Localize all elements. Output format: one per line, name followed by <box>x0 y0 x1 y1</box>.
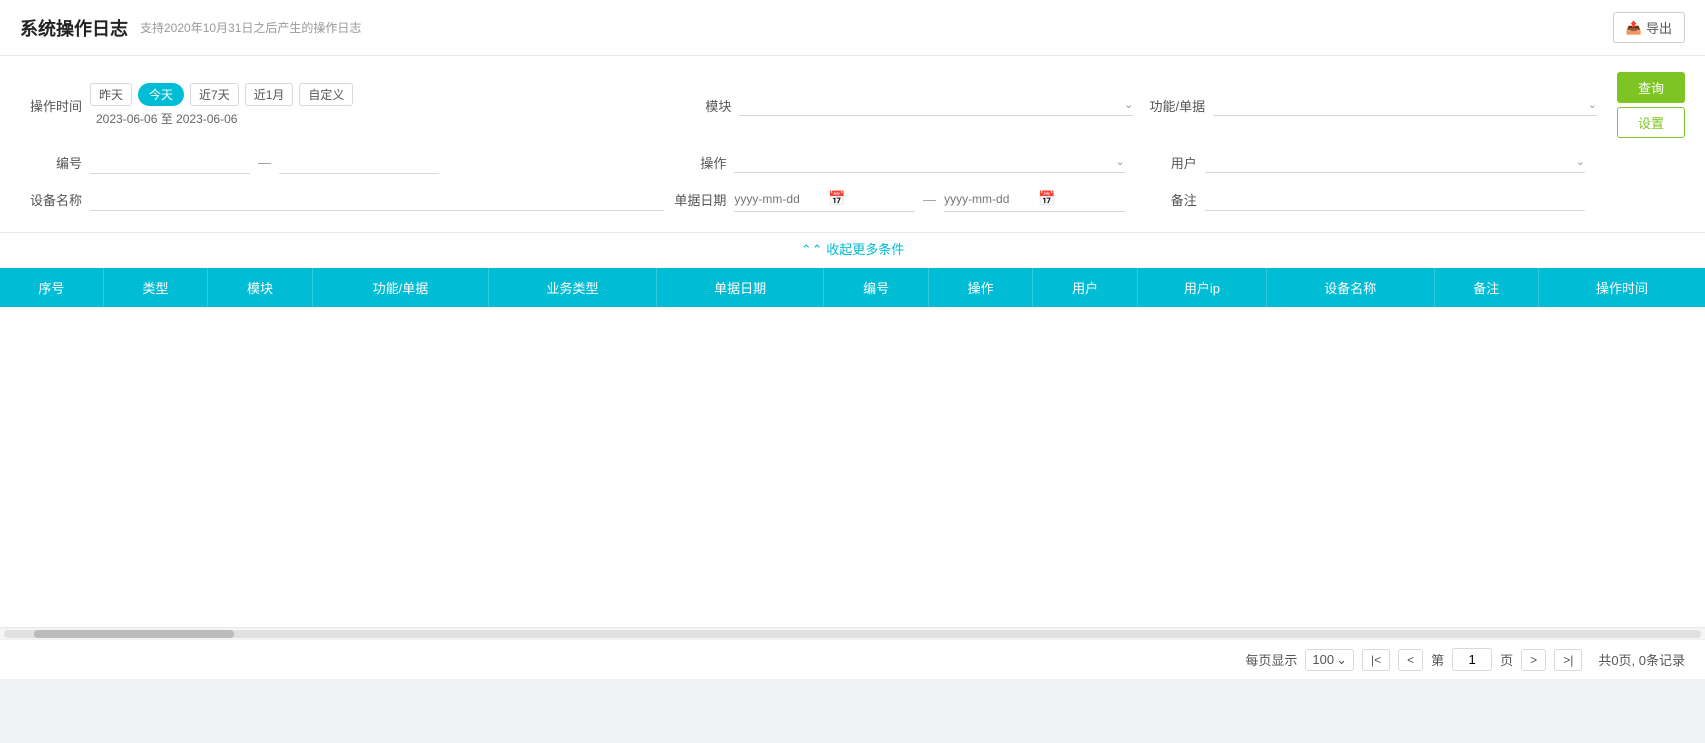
number-input-start[interactable] <box>90 150 250 174</box>
col-voucher-date: 单据日期 <box>656 268 824 307</box>
module-label: 模块 <box>669 96 739 115</box>
date-input-end[interactable] <box>944 192 1034 206</box>
user-chevron-icon: ⌄ <box>1576 155 1585 168</box>
number-input-end[interactable] <box>279 150 439 174</box>
time-btn-1month[interactable]: 近1月 <box>245 83 294 106</box>
scrollbar-thumb[interactable] <box>34 630 234 638</box>
page-title: 系统操作日志 <box>20 15 128 41</box>
user-filter-col: 用户 ⌄ <box>1125 151 1585 173</box>
col-operation: 操作 <box>928 268 1032 307</box>
page-subtitle: 支持2020年10月31日之后产生的操作日志 <box>140 19 361 36</box>
table-header-row: 序号 类型 模块 功能/单据 业务类型 单据日期 编号 操作 用户 用户ip 设… <box>0 268 1705 307</box>
date-input-start-wrap: 📅 <box>734 186 915 212</box>
col-remark: 备注 <box>1434 268 1538 307</box>
number-dash: — <box>250 155 279 170</box>
operation-filter-col: 操作 ⌄ <box>664 151 1124 173</box>
module-chevron-icon: ⌄ <box>1124 98 1133 111</box>
time-label: 操作时间 <box>20 96 90 115</box>
page-label: 第 <box>1431 650 1444 669</box>
scrollbar-track <box>4 630 1701 638</box>
remark-label: 备注 <box>1125 190 1205 209</box>
per-page-chevron-icon: ⌄ <box>1336 652 1347 668</box>
settings-button[interactable]: 设置 <box>1617 107 1685 138</box>
col-type: 类型 <box>103 268 207 307</box>
page-suffix: 页 <box>1500 650 1513 669</box>
time-options: 昨天 今天 近7天 近1月 自定义 <box>90 83 353 106</box>
device-filter-col: 设备名称 <box>20 187 664 211</box>
date-input-start[interactable] <box>734 192 824 206</box>
number-label: 编号 <box>20 153 90 172</box>
user-select[interactable]: ⌄ <box>1205 151 1585 173</box>
filter-row-2: 编号 — 操作 ⌄ 用户 ⌄ <box>20 150 1685 174</box>
time-btn-custom[interactable]: 自定义 <box>299 83 353 106</box>
col-function: 功能/单据 <box>312 268 488 307</box>
voucher-date-col: 单据日期 📅 — 📅 <box>664 186 1124 212</box>
filter-row-1: 操作时间 昨天 今天 近7天 近1月 自定义 2023-06-06 至 2023… <box>20 72 1685 138</box>
time-filter-col: 操作时间 昨天 今天 近7天 近1月 自定义 2023-06-06 至 2023… <box>20 83 669 127</box>
pagination-bar: 每页显示 100 ⌄ |< < 第 页 > >| 共0页, 0条记录 <box>0 639 1705 679</box>
function-label: 功能/单据 <box>1133 96 1213 115</box>
operation-chevron-icon: ⌄ <box>1115 155 1124 168</box>
table-wrap: 序号 类型 模块 功能/单据 业务类型 单据日期 编号 操作 用户 用户ip 设… <box>0 268 1705 627</box>
prev-page-button[interactable]: < <box>1398 649 1423 671</box>
export-icon: 📤 <box>1626 20 1642 36</box>
per-page-value: 100 <box>1312 652 1334 667</box>
scrollbar-area[interactable] <box>0 627 1705 639</box>
function-filter-col: 功能/单据 ⌄ <box>1133 94 1597 116</box>
time-btn-7days[interactable]: 近7天 <box>190 83 239 106</box>
export-button[interactable]: 📤 导出 <box>1613 12 1685 43</box>
time-btn-yesterday[interactable]: 昨天 <box>90 83 132 106</box>
col-number: 编号 <box>824 268 928 307</box>
module-select[interactable]: ⌄ <box>739 94 1133 116</box>
title-area: 系统操作日志 支持2020年10月31日之后产生的操作日志 <box>20 15 361 41</box>
function-select[interactable]: ⌄ <box>1213 94 1597 116</box>
col-module: 模块 <box>208 268 312 307</box>
remark-input[interactable] <box>1205 187 1585 211</box>
number-filter-col: 编号 — <box>20 150 664 174</box>
collapse-label: 收起更多条件 <box>826 242 904 257</box>
date-input-end-wrap: 📅 <box>944 186 1125 212</box>
date-dash: — <box>915 192 944 207</box>
module-filter-col: 模块 ⌄ <box>669 94 1133 116</box>
col-biz-type: 业务类型 <box>489 268 657 307</box>
device-input[interactable] <box>90 187 664 211</box>
calendar-icon-end[interactable]: 📅 <box>1038 190 1055 207</box>
time-range-display: 2023-06-06 至 2023-06-06 <box>96 110 353 127</box>
page-number-input[interactable] <box>1452 648 1492 671</box>
col-device: 设备名称 <box>1266 268 1434 307</box>
empty-area <box>0 307 1705 627</box>
last-page-button[interactable]: >| <box>1554 649 1582 671</box>
data-table: 序号 类型 模块 功能/单据 业务类型 单据日期 编号 操作 用户 用户ip 设… <box>0 268 1705 307</box>
device-label: 设备名称 <box>20 190 90 209</box>
time-btn-today[interactable]: 今天 <box>138 83 184 106</box>
col-seq: 序号 <box>0 268 103 307</box>
filter-panel: 操作时间 昨天 今天 近7天 近1月 自定义 2023-06-06 至 2023… <box>0 56 1705 233</box>
page-header: 系统操作日志 支持2020年10月31日之后产生的操作日志 📤 导出 <box>0 0 1705 56</box>
operation-select[interactable]: ⌄ <box>734 151 1124 173</box>
calendar-icon-start[interactable]: 📅 <box>828 190 845 207</box>
operation-label: 操作 <box>664 153 734 172</box>
first-page-button[interactable]: |< <box>1362 649 1390 671</box>
collapse-icon: ⌃⌃ <box>801 242 823 257</box>
remark-filter-col: 备注 <box>1125 187 1585 211</box>
filter-row-3: 设备名称 单据日期 📅 — 📅 备注 <box>20 186 1685 212</box>
voucher-date-label: 单据日期 <box>664 190 734 209</box>
per-page-label: 每页显示 <box>1245 650 1297 669</box>
collapse-bar[interactable]: ⌃⌃ 收起更多条件 <box>0 233 1705 268</box>
col-user: 用户 <box>1033 268 1137 307</box>
per-page-select[interactable]: 100 ⌄ <box>1305 649 1354 671</box>
col-op-time: 操作时间 <box>1539 268 1705 307</box>
next-page-button[interactable]: > <box>1521 649 1546 671</box>
query-button[interactable]: 查询 <box>1617 72 1685 103</box>
total-info: 共0页, 0条记录 <box>1598 650 1685 669</box>
function-chevron-icon: ⌄ <box>1588 98 1597 111</box>
user-label: 用户 <box>1125 153 1205 172</box>
action-buttons: 查询 设置 <box>1617 72 1685 138</box>
col-user-ip: 用户ip <box>1137 268 1266 307</box>
